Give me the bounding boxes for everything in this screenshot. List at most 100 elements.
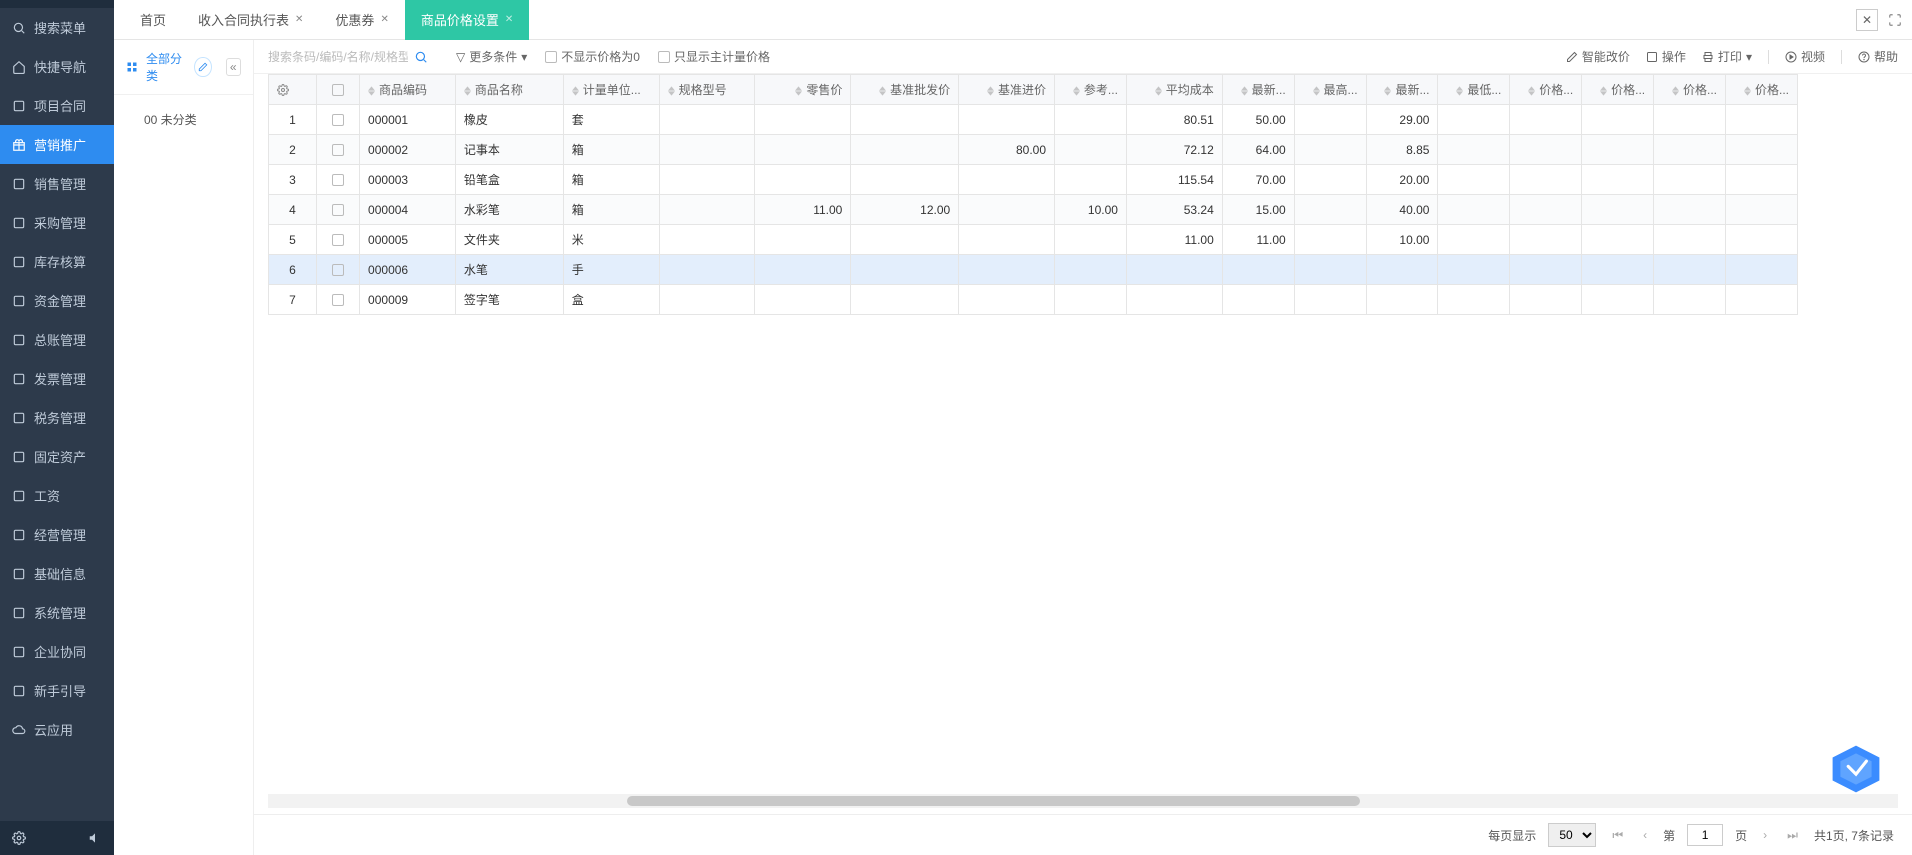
column-header-3[interactable]: 商品名称 — [455, 75, 563, 105]
sidebar-item-12[interactable]: 工资 — [0, 476, 114, 515]
guide-icon — [12, 684, 26, 698]
column-header-8[interactable]: 基准进价 — [959, 75, 1055, 105]
select-all-checkbox[interactable] — [332, 84, 344, 96]
sidebar-item-label: 经营管理 — [34, 525, 86, 544]
column-header-7[interactable]: 基准批发价 — [851, 75, 959, 105]
sidebar-item-11[interactable]: 固定资产 — [0, 437, 114, 476]
column-header-4[interactable]: 计量单位... — [563, 75, 659, 105]
sidebar-item-15[interactable]: 系统管理 — [0, 593, 114, 632]
page-prefix: 第 — [1663, 827, 1675, 844]
row-checkbox[interactable] — [332, 204, 344, 216]
category-item-0[interactable]: 00 未分类 — [114, 105, 253, 134]
sidebar-item-14[interactable]: 基础信息 — [0, 554, 114, 593]
column-header-15[interactable]: 价格... — [1510, 75, 1582, 105]
column-header-1[interactable] — [316, 75, 359, 105]
next-page[interactable]: › — [1759, 828, 1771, 842]
filter-hide-zero[interactable]: 不显示价格为0 — [545, 48, 640, 65]
row-checkbox[interactable] — [332, 174, 344, 186]
column-header-14[interactable]: 最低... — [1438, 75, 1510, 105]
column-header-10[interactable]: 平均成本 — [1126, 75, 1222, 105]
sidebar-item-9[interactable]: 发票管理 — [0, 359, 114, 398]
home-icon — [12, 60, 26, 74]
table-row[interactable]: 5000005文件夹米11.0011.0010.00 — [269, 225, 1798, 255]
pagination: 每页显示 50 ⏮ ‹ 第 页 › ⏭ 共1页, 7条记录 — [254, 814, 1912, 855]
sidebar-item-7[interactable]: 资金管理 — [0, 281, 114, 320]
tab-3[interactable]: 商品价格设置✕ — [405, 0, 529, 40]
column-header-13[interactable]: 最新... — [1366, 75, 1438, 105]
table-row[interactable]: 4000004水彩笔箱11.0012.0010.0053.2415.0040.0… — [269, 195, 1798, 225]
assistant-badge[interactable] — [1830, 743, 1882, 795]
sidebar-item-13[interactable]: 经营管理 — [0, 515, 114, 554]
category-title[interactable]: 全部分类 — [146, 50, 186, 84]
filter-main-unit[interactable]: 只显示主计量价格 — [658, 48, 770, 65]
page-input[interactable] — [1687, 824, 1723, 846]
last-page[interactable]: ⏭ — [1783, 828, 1802, 843]
row-checkbox[interactable] — [332, 234, 344, 246]
operate-button[interactable]: 操作 — [1646, 48, 1686, 65]
column-header-0[interactable] — [269, 75, 317, 105]
print-button[interactable]: 打印 ▾ — [1702, 48, 1752, 65]
per-page-label: 每页显示 — [1488, 827, 1536, 844]
table-row[interactable]: 2000002记事本箱80.0072.1264.008.85 — [269, 135, 1798, 165]
grid-icon — [126, 61, 138, 73]
row-checkbox[interactable] — [332, 294, 344, 306]
sidebar-item-17[interactable]: 新手引导 — [0, 671, 114, 710]
column-header-12[interactable]: 最高... — [1294, 75, 1366, 105]
table-row[interactable]: 1000001橡皮套80.5150.0029.00 — [269, 105, 1798, 135]
tab-1[interactable]: 收入合同执行表✕ — [182, 0, 319, 40]
search-input[interactable] — [268, 50, 408, 64]
invoice-icon — [12, 372, 26, 386]
sys-icon — [12, 606, 26, 620]
sidebar-item-3[interactable]: 营销推广 — [0, 125, 114, 164]
table-row[interactable]: 3000003铅笔盒箱115.5470.0020.00 — [269, 165, 1798, 195]
tab-0[interactable]: 首页 — [124, 0, 182, 40]
sidebar-item-4[interactable]: 销售管理 — [0, 164, 114, 203]
smart-price-button[interactable]: 智能改价 — [1566, 48, 1630, 65]
sidebar-item-8[interactable]: 总账管理 — [0, 320, 114, 359]
sidebar-item-label: 发票管理 — [34, 369, 86, 388]
table-row[interactable]: 6000006水笔手 — [269, 255, 1798, 285]
column-header-16[interactable]: 价格... — [1582, 75, 1654, 105]
collapse-panel-icon[interactable]: « — [226, 58, 241, 76]
sidebar-item-18[interactable]: 云应用 — [0, 710, 114, 749]
sidebar-item-10[interactable]: 税务管理 — [0, 398, 114, 437]
prev-page[interactable]: ‹ — [1639, 828, 1651, 842]
help-button[interactable]: 帮助 — [1858, 48, 1898, 65]
tab-2[interactable]: 优惠券✕ — [319, 0, 404, 40]
sidebar-item-5[interactable]: 采购管理 — [0, 203, 114, 242]
column-header-6[interactable]: 零售价 — [755, 75, 851, 105]
close-icon[interactable]: ✕ — [295, 14, 303, 25]
fullscreen-icon[interactable] — [1888, 13, 1902, 27]
row-checkbox[interactable] — [332, 114, 344, 126]
column-header-2[interactable]: 商品编码 — [360, 75, 456, 105]
gear-icon[interactable] — [12, 831, 26, 845]
close-all-tabs[interactable]: ✕ — [1856, 9, 1878, 31]
row-checkbox[interactable] — [332, 264, 344, 276]
sidebar-item-6[interactable]: 库存核算 — [0, 242, 114, 281]
search-icon — [12, 21, 26, 35]
per-page-select[interactable]: 50 — [1548, 823, 1596, 847]
price-table: 商品编码商品名称计量单位...规格型号零售价基准批发价基准进价参考...平均成本… — [268, 74, 1798, 315]
sidebar-item-2[interactable]: 项目合同 — [0, 86, 114, 125]
ledger-icon — [12, 333, 26, 347]
table-row[interactable]: 7000009签字笔盒 — [269, 285, 1798, 315]
close-icon[interactable]: ✕ — [380, 14, 388, 25]
search-icon[interactable] — [414, 50, 428, 64]
row-checkbox[interactable] — [332, 144, 344, 156]
column-header-11[interactable]: 最新... — [1222, 75, 1294, 105]
sidebar-item-0[interactable]: 搜索菜单 — [0, 8, 114, 47]
more-conditions[interactable]: ▽ 更多条件 ▾ — [456, 48, 527, 65]
column-header-9[interactable]: 参考... — [1055, 75, 1127, 105]
sound-icon[interactable] — [88, 831, 102, 845]
close-icon[interactable]: ✕ — [505, 14, 513, 25]
horizontal-scrollbar[interactable] — [268, 794, 1898, 808]
chevron-down-icon: ▾ — [521, 50, 527, 64]
edit-category-icon[interactable] — [194, 57, 211, 77]
column-header-18[interactable]: 价格... — [1726, 75, 1798, 105]
sidebar-item-1[interactable]: 快捷导航 — [0, 47, 114, 86]
column-header-5[interactable]: 规格型号 — [659, 75, 755, 105]
column-header-17[interactable]: 价格... — [1654, 75, 1726, 105]
sidebar-item-16[interactable]: 企业协同 — [0, 632, 114, 671]
video-button[interactable]: 视频 — [1785, 48, 1825, 65]
first-page[interactable]: ⏮ — [1608, 828, 1627, 843]
